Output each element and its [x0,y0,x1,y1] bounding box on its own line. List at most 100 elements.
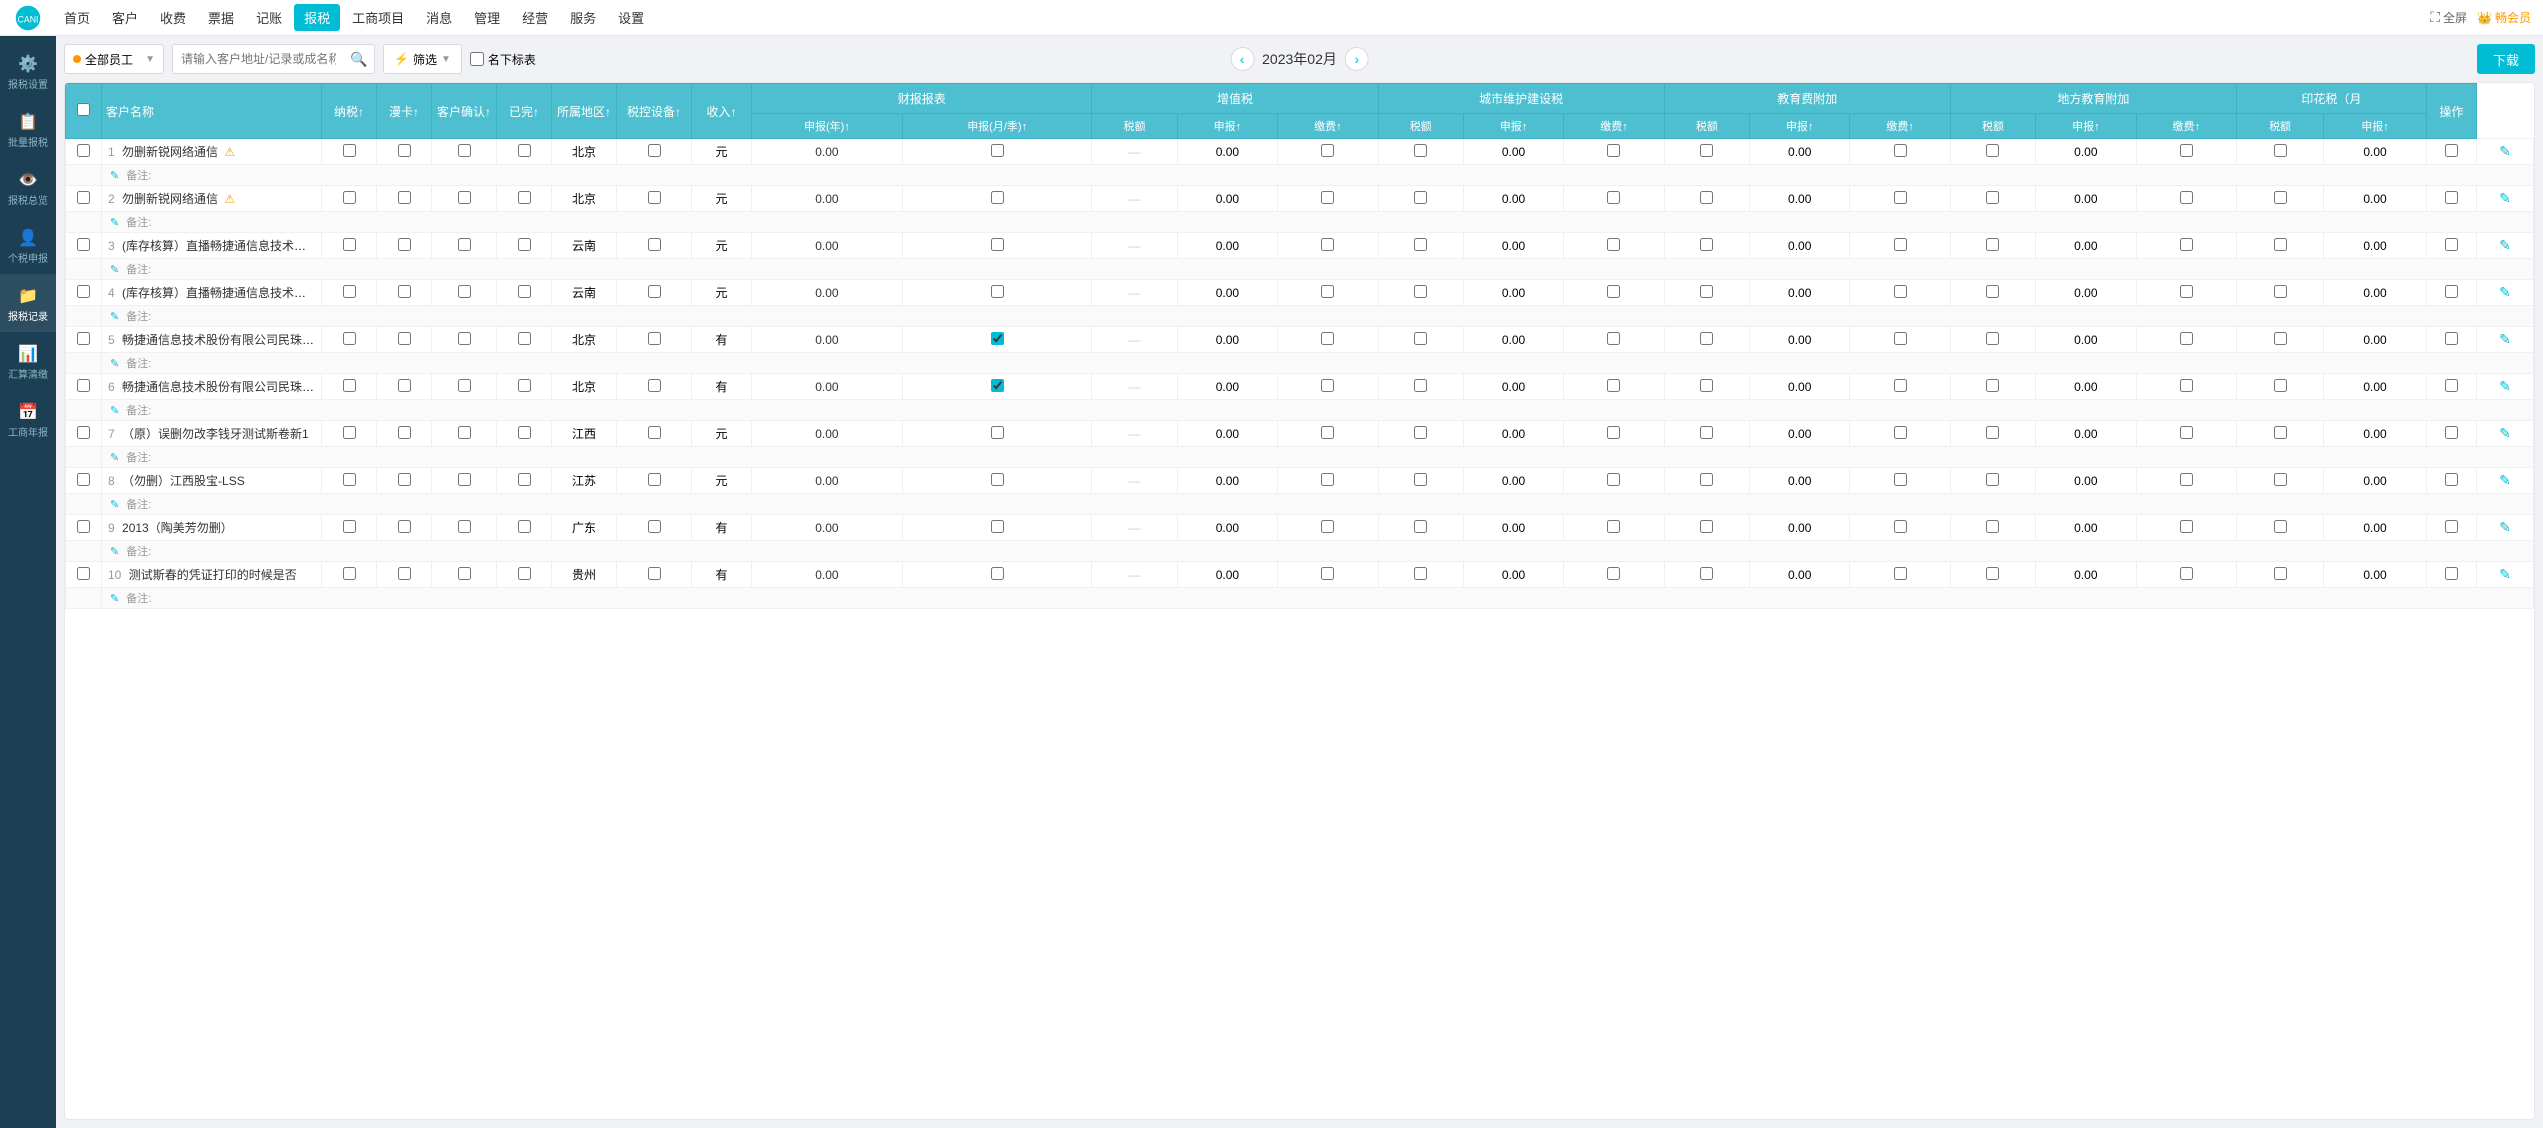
cell-checkbox[interactable] [2274,473,2287,486]
cell-checkbox[interactable] [2445,191,2458,204]
cell-checkbox[interactable] [2180,285,2193,298]
nav-item-charge[interactable]: 收费 [150,4,196,31]
cell-checkbox[interactable] [518,379,531,392]
cell-checkbox[interactable] [1414,520,1427,533]
edit-icon[interactable]: ✎ [2499,378,2511,394]
cell-checkbox[interactable] [648,238,661,251]
cell-checkbox[interactable] [1986,473,1999,486]
nav-item-manage[interactable]: 管理 [464,4,510,31]
cell-checkbox[interactable] [518,567,531,580]
cell-checkbox[interactable] [2274,426,2287,439]
cell-checkbox[interactable] [458,473,471,486]
cell-checkbox[interactable] [2445,144,2458,157]
cell-checkbox[interactable] [518,238,531,251]
edit-icon[interactable]: ✎ [2499,143,2511,159]
cell-checkbox[interactable] [1894,191,1907,204]
cell-checkbox[interactable] [1321,567,1334,580]
cell-checkbox[interactable] [1700,332,1713,345]
cell-checkbox[interactable] [343,473,356,486]
cell-checkbox[interactable] [2274,520,2287,533]
cell-checkbox[interactable] [1321,426,1334,439]
cell-checkbox[interactable] [2274,379,2287,392]
edit-icon[interactable]: ✎ [2499,237,2511,253]
cell-checkbox[interactable] [343,379,356,392]
cell-checkbox[interactable] [1986,191,1999,204]
cell-checkbox[interactable] [991,144,1004,157]
cell-checkbox[interactable] [518,332,531,345]
cell-checkbox[interactable] [1321,473,1334,486]
cell-checkbox[interactable] [648,144,661,157]
cell-checkbox[interactable] [1700,144,1713,157]
edit-icon[interactable]: ✎ [2499,519,2511,535]
cell-checkbox[interactable] [458,379,471,392]
edit-icon[interactable]: ✎ [2499,190,2511,206]
cell-checkbox[interactable] [1986,144,1999,157]
row-select-checkbox[interactable] [77,567,90,580]
cell-checkbox[interactable] [1607,332,1620,345]
cell-checkbox[interactable] [398,238,411,251]
sidebar-item-annual-settlement[interactable]: 📊 汇算清缴 [0,332,56,390]
cell-checkbox[interactable] [1700,285,1713,298]
sidebar-item-tax-record[interactable]: 📁 报税记录 [0,274,56,332]
edit-icon[interactable]: ✎ [2499,284,2511,300]
cell-checkbox[interactable] [2445,567,2458,580]
cell-checkbox[interactable] [648,473,661,486]
row-select-checkbox[interactable] [77,473,90,486]
sidebar-item-tax-overview[interactable]: 👁️ 报税总览 [0,158,56,216]
cell-checkbox[interactable] [2180,473,2193,486]
cell-checkbox[interactable] [2445,285,2458,298]
fullscreen-btn[interactable]: ⛶ 全屏 [2430,9,2467,26]
cell-checkbox[interactable] [1986,426,1999,439]
edit-icon[interactable]: ✎ [2499,472,2511,488]
cell-checkbox[interactable] [2445,520,2458,533]
cell-checkbox[interactable] [458,285,471,298]
cell-checkbox[interactable] [458,426,471,439]
cell-checkbox[interactable] [2180,144,2193,157]
cell-checkbox[interactable] [2274,238,2287,251]
cell-checkbox[interactable] [1986,567,1999,580]
cell-checkbox[interactable] [2274,144,2287,157]
cell-checkbox[interactable] [1986,238,1999,251]
cell-checkbox[interactable] [1414,285,1427,298]
nav-item-service[interactable]: 服务 [560,4,606,31]
cell-checkbox[interactable] [1414,191,1427,204]
search-input[interactable] [173,45,344,73]
nav-item-ops[interactable]: 经营 [512,4,558,31]
cell-checkbox[interactable] [2445,332,2458,345]
cell-checkbox[interactable] [1894,426,1907,439]
cell-checkbox[interactable] [991,426,1004,439]
cell-checkbox[interactable] [1321,520,1334,533]
cell-checkbox[interactable] [1607,144,1620,157]
checked-checkbox[interactable] [991,379,1004,392]
cell-checkbox[interactable] [1894,332,1907,345]
cell-checkbox[interactable] [458,191,471,204]
cell-checkbox[interactable] [648,379,661,392]
nav-item-bookkeep[interactable]: 记账 [246,4,292,31]
cell-checkbox[interactable] [458,332,471,345]
cell-checkbox[interactable] [648,191,661,204]
cell-checkbox[interactable] [648,567,661,580]
cell-checkbox[interactable] [2445,379,2458,392]
checked-checkbox[interactable] [991,332,1004,345]
cell-checkbox[interactable] [1986,285,1999,298]
my-table-checkbox[interactable] [470,52,484,66]
member-btn[interactable]: 👑 畅会员 [2477,9,2531,26]
cell-checkbox[interactable] [518,144,531,157]
cell-checkbox[interactable] [398,426,411,439]
cell-checkbox[interactable] [1414,426,1427,439]
cell-checkbox[interactable] [1414,332,1427,345]
cell-checkbox[interactable] [518,473,531,486]
cell-checkbox[interactable] [1414,238,1427,251]
cell-checkbox[interactable] [343,285,356,298]
search-button[interactable]: 🔍 [344,45,374,73]
cell-checkbox[interactable] [398,473,411,486]
cell-checkbox[interactable] [1700,238,1713,251]
cell-checkbox[interactable] [2180,379,2193,392]
row-select-checkbox[interactable] [77,332,90,345]
cell-checkbox[interactable] [991,567,1004,580]
cell-checkbox[interactable] [1321,332,1334,345]
nav-item-biz[interactable]: 工商项目 [342,4,414,31]
cell-checkbox[interactable] [458,520,471,533]
cell-checkbox[interactable] [1700,473,1713,486]
cell-checkbox[interactable] [1321,191,1334,204]
